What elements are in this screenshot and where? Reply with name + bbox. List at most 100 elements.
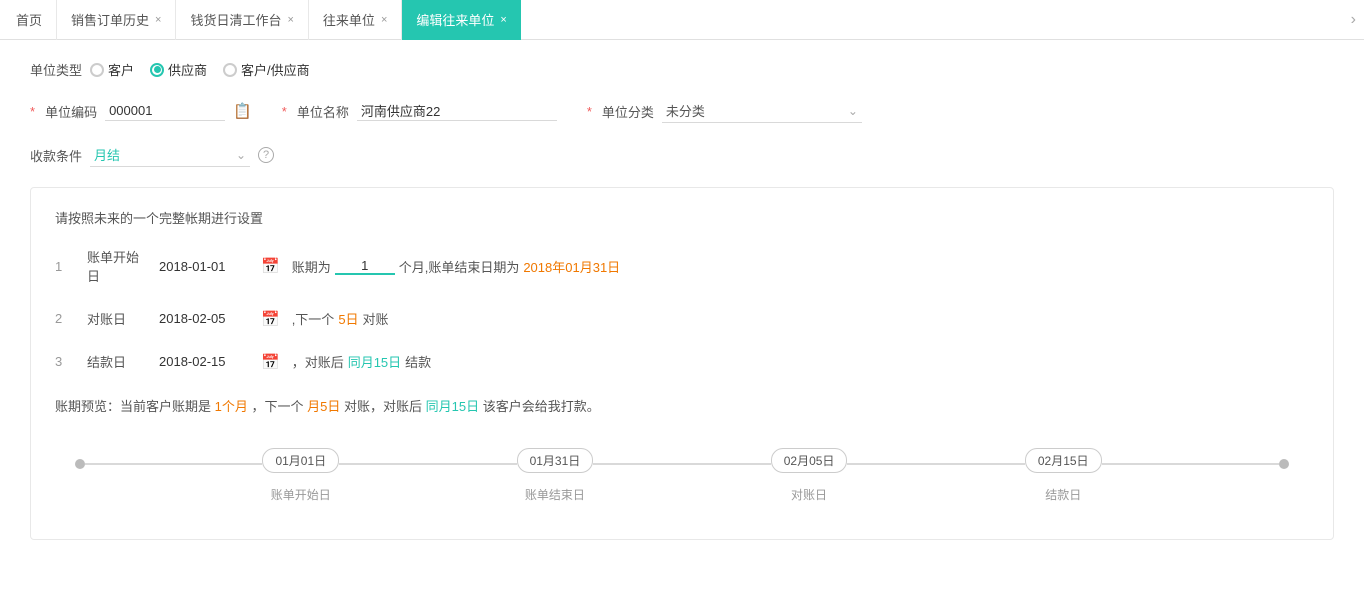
row-2-number: 2 [55,311,75,326]
radio-both[interactable]: 客户/供应商 [223,60,310,79]
radio-both-label: 客户/供应商 [241,60,310,79]
row-1-desc-suffix: 个月,账单结束日期为 [399,257,520,276]
unit-category-value: 未分类 [666,101,848,120]
radio-customer[interactable]: 客户 [90,60,134,79]
row-3-label: 结款日 [87,352,147,371]
radio-supplier[interactable]: 供应商 [150,60,207,79]
payment-label: 收款条件 [30,146,82,165]
tab-edit-partner[interactable]: 编辑往来单位 × [402,0,520,40]
timeline-line-4 [847,463,1024,465]
unit-category-star: * [587,104,592,119]
tab-cash-work-label: 钱货日清工作台 [190,10,281,29]
row-1-date: 2018-01-01 [159,259,249,274]
timeline-line-2 [339,463,516,465]
radio-supplier-label: 供应商 [168,60,207,79]
unit-code-star: * [30,104,35,119]
timeline-box-2: 01月31日 [517,448,594,473]
row-1-number: 1 [55,259,75,274]
tabs-expand-icon[interactable]: › [1351,11,1356,29]
unit-code-field: * 单位编码 📋 [30,101,252,121]
preview-text: 账期预览：当前客户账期是 1个月 ，下一个 月5日 对账，对账后 同月15日 该… [55,395,1309,418]
unit-category-arrow: ⌄ [848,104,858,118]
row-2-suffix: 对账 [363,309,389,328]
timeline-container: 01月01日 账单开始日 01月31日 账单结束日 02月05日 对账日 [55,438,1309,519]
unit-code-copy-icon[interactable]: 📋 [233,102,252,120]
radio-customer-circle [90,63,104,77]
preview-part3: 同月15日 [426,399,479,414]
row-2-date: 2018-02-05 [159,311,249,326]
period-settings-card: 请按照未来的一个完整帐期进行设置 1 账单开始日 2018-01-01 📅 账期… [30,187,1334,540]
unit-name-input[interactable] [357,101,557,121]
row-3-suffix: 结款 [405,352,431,371]
page-content: 单位类型 客户 供应商 客户/供应商 * 单位编码 [0,40,1364,608]
preview-sep1: ，下一个 [252,399,304,414]
timeline-box-1: 01月01日 [262,448,339,473]
radio-supplier-circle [150,63,164,77]
tab-partner-units[interactable]: 往来单位 × [309,0,402,40]
timeline-label-3: 对账日 [791,486,827,503]
timeline-line-3 [593,463,770,465]
radio-group-unit-type: 客户 供应商 客户/供应商 [90,60,310,79]
row-3-highlight: 同月15日 [348,352,401,371]
payment-field: 收款条件 月结 ⌄ ? [30,143,274,167]
row-1-desc-prefix: 账期为 [292,257,331,276]
tab-partner-units-close[interactable]: × [381,14,387,26]
timeline-start-dot [75,459,85,469]
timeline-end-dot [1279,459,1289,469]
tab-sales-history[interactable]: 销售订单历史 × [57,0,176,40]
row-2-desc: ,下一个 5日 对账 [292,309,389,328]
unit-type-row: 单位类型 客户 供应商 客户/供应商 [30,60,1334,79]
unit-type-field: 单位类型 客户 供应商 客户/供应商 [30,60,310,79]
row-3-number: 3 [55,354,75,369]
timeline-node-1: 01月01日 账单开始日 [262,448,339,479]
tab-home[interactable]: 首页 [8,0,57,40]
preview-part1: 1个月 [215,399,248,414]
card-instruction: 请按照未来的一个完整帐期进行设置 [55,208,1309,227]
payment-arrow: ⌄ [236,148,246,162]
tabs-bar: 首页 销售订单历史 × 钱货日清工作台 × 往来单位 × 编辑往来单位 × › [0,0,1364,40]
radio-customer-label: 客户 [108,60,134,79]
row-2-highlight: 5日 [338,309,358,328]
timeline-node-2: 01月31日 账单结束日 [517,448,594,479]
tab-cash-work[interactable]: 钱货日清工作台 × [176,0,308,40]
preview-sep2: 对账，对账后 [344,399,422,414]
timeline: 01月01日 账单开始日 01月31日 账单结束日 02月05日 对账日 [55,448,1309,479]
timeline-node-4: 02月15日 结款日 [1025,448,1102,479]
payment-value: 月结 [94,145,232,164]
tab-edit-partner-label: 编辑往来单位 [416,10,494,29]
row-3-prefix: ，对账后 [292,352,344,371]
setting-row-3: 3 结款日 2018-02-15 📅 ，对账后 同月15日 结款 [55,352,1309,371]
payment-help-icon[interactable]: ? [258,147,274,163]
payment-dropdown[interactable]: 月结 ⌄ [90,143,250,167]
unit-code-label: 单位编码 [45,102,97,121]
timeline-label-1: 账单开始日 [271,486,331,503]
tab-edit-partner-close[interactable]: × [500,14,506,26]
payment-row: 收款条件 月结 ⌄ ? [30,143,1334,167]
timeline-line-5 [1102,463,1279,465]
unit-name-field: * 单位名称 [282,101,557,121]
tab-home-label: 首页 [16,10,42,29]
row-1-desc: 账期为 个月,账单结束日期为 2018年01月31日 [292,257,620,276]
tab-cash-work-close[interactable]: × [287,14,293,26]
setting-row-2: 2 对账日 2018-02-05 📅 ,下一个 5日 对账 [55,309,1309,328]
row-3-calendar[interactable]: 📅 [261,353,280,371]
row-1-label: 账单开始日 [87,247,147,285]
tab-sales-history-label: 销售订单历史 [71,10,149,29]
unit-info-row: * 单位编码 📋 * 单位名称 * 单位分类 未分类 ⌄ [30,99,1334,123]
unit-code-input[interactable] [105,101,225,121]
unit-type-label: 单位类型 [30,60,82,79]
preview-part2: 月5日 [307,399,340,414]
setting-row-1: 1 账单开始日 2018-01-01 📅 账期为 个月,账单结束日期为 2018… [55,247,1309,285]
unit-category-dropdown[interactable]: 未分类 ⌄ [662,99,862,123]
preview-suffix: 该客户会给我打款。 [483,399,600,414]
period-input[interactable] [335,258,395,275]
unit-name-star: * [282,104,287,119]
preview-prefix: 账期预览：当前客户账期是 [55,399,211,414]
timeline-line-1 [85,463,262,465]
unit-category-label: 单位分类 [602,102,654,121]
row-2-calendar[interactable]: 📅 [261,310,280,328]
row-1-calendar[interactable]: 📅 [261,257,280,275]
timeline-label-2: 账单结束日 [525,486,585,503]
timeline-box-4: 02月15日 [1025,448,1102,473]
tab-sales-history-close[interactable]: × [155,14,161,26]
